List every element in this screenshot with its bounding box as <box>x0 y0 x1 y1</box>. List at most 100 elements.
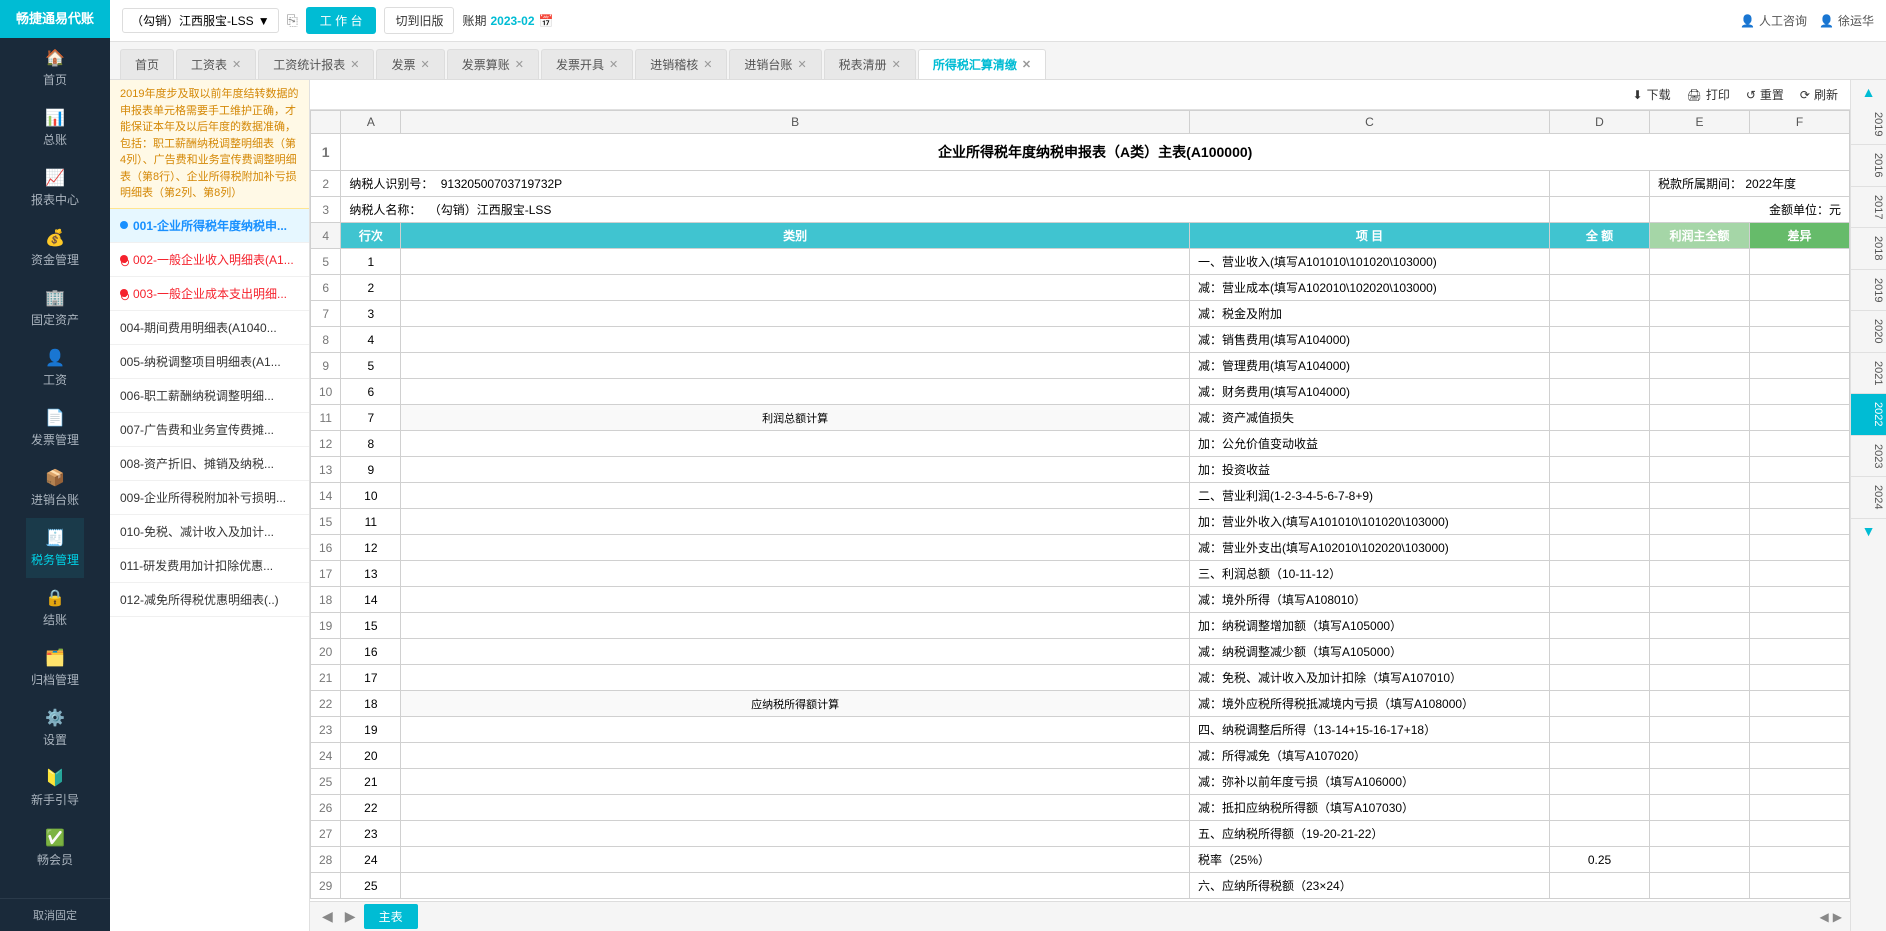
year-item-2022[interactable]: 2022 <box>1851 394 1886 435</box>
reset-button[interactable]: ↺ 重置 <box>1746 86 1784 103</box>
amount-cell[interactable] <box>1550 275 1650 301</box>
seq-cell[interactable]: 5 <box>341 353 401 379</box>
profit-amount-cell[interactable] <box>1650 873 1750 899</box>
seq-cell[interactable]: 3 <box>341 301 401 327</box>
seq-cell[interactable]: 15 <box>341 613 401 639</box>
tab-发票[interactable]: 发票✕ <box>376 49 444 79</box>
form-list-item-005[interactable]: 005-纳税调整项目明细表(A1... <box>110 345 309 379</box>
sidebar-item-archive[interactable]: 🗂️归档管理 <box>26 638 84 698</box>
sheet-tab-主表[interactable]: 主表 <box>364 904 418 929</box>
sheet-nav-left[interactable]: ◀ <box>318 908 337 925</box>
year-nav-up[interactable]: ▲ <box>1851 80 1886 104</box>
tab-close-工资表[interactable]: ✕ <box>232 58 241 71</box>
ai-consult-btn[interactable]: 👤 人工咨询 <box>1740 12 1807 29</box>
profit-amount-cell[interactable] <box>1650 795 1750 821</box>
seq-cell[interactable]: 17 <box>341 665 401 691</box>
tab-所得税汇算清缴[interactable]: 所得税汇算清缴✕ <box>918 49 1046 79</box>
copy-icon[interactable]: ⎘ <box>287 12 298 29</box>
tab-close-进销稽核[interactable]: ✕ <box>703 58 712 71</box>
amount-cell[interactable] <box>1550 249 1650 275</box>
item-cell[interactable]: 减：营业外支出(填写A102010\102020\103000) <box>1190 535 1550 561</box>
diff-cell[interactable] <box>1750 327 1850 353</box>
diff-cell[interactable] <box>1750 535 1850 561</box>
year-item-2017[interactable]: 2017 <box>1851 187 1886 228</box>
item-cell[interactable]: 四、纳税调整后所得（13-14+15-16-17+18） <box>1190 717 1550 743</box>
amount-cell[interactable] <box>1550 587 1650 613</box>
profit-amount-cell[interactable] <box>1650 249 1750 275</box>
diff-cell[interactable] <box>1750 379 1850 405</box>
diff-cell[interactable] <box>1750 769 1850 795</box>
amount-cell[interactable] <box>1550 379 1650 405</box>
diff-cell[interactable] <box>1750 457 1850 483</box>
amount-cell[interactable] <box>1550 665 1650 691</box>
profit-amount-cell[interactable] <box>1650 431 1750 457</box>
amount-cell[interactable] <box>1550 795 1650 821</box>
item-cell[interactable]: 减：管理费用(填写A104000) <box>1190 353 1550 379</box>
amount-cell[interactable] <box>1550 639 1650 665</box>
seq-cell[interactable]: 21 <box>341 769 401 795</box>
diff-cell[interactable] <box>1750 639 1850 665</box>
amount-cell[interactable] <box>1550 717 1650 743</box>
item-cell[interactable]: 减：免税、减计收入及加计扣除（填写A107010） <box>1190 665 1550 691</box>
tab-进销稽核[interactable]: 进销稽核✕ <box>635 49 727 79</box>
seq-cell[interactable]: 22 <box>341 795 401 821</box>
profit-amount-cell[interactable] <box>1650 535 1750 561</box>
seq-cell[interactable]: 1 <box>341 249 401 275</box>
amount-cell[interactable] <box>1550 353 1650 379</box>
sidebar-item-purchase[interactable]: 📦进销台账 <box>26 458 84 518</box>
item-cell[interactable]: 税率（25%） <box>1190 847 1550 873</box>
sidebar-item-invoice[interactable]: 📄发票管理 <box>26 398 84 458</box>
switch-old-button[interactable]: 切到旧版 <box>384 7 454 34</box>
amount-cell[interactable] <box>1550 743 1650 769</box>
workbench-button[interactable]: 工 作 台 <box>306 7 377 34</box>
seq-cell[interactable]: 9 <box>341 457 401 483</box>
item-cell[interactable]: 三、利润总额（10-11-12） <box>1190 561 1550 587</box>
tab-发票开具[interactable]: 发票开具✕ <box>541 49 633 79</box>
diff-cell[interactable] <box>1750 301 1850 327</box>
sidebar-item-asset[interactable]: 🏢固定资产 <box>26 278 84 338</box>
item-cell[interactable]: 减：财务费用(填写A104000) <box>1190 379 1550 405</box>
item-cell[interactable]: 加：营业外收入(填写A101010\101020\103000) <box>1190 509 1550 535</box>
tab-close-发票开具[interactable]: ✕ <box>609 58 618 71</box>
form-list-item-009[interactable]: 009-企业所得税附加补亏损明... <box>110 481 309 515</box>
amount-cell[interactable] <box>1550 535 1650 561</box>
item-cell[interactable]: 减：境外所得（填写A108010） <box>1190 587 1550 613</box>
seq-cell[interactable]: 23 <box>341 821 401 847</box>
tab-close-发票[interactable]: ✕ <box>421 58 430 71</box>
amount-cell[interactable] <box>1550 821 1650 847</box>
diff-cell[interactable] <box>1750 587 1850 613</box>
diff-cell[interactable] <box>1750 847 1850 873</box>
diff-cell[interactable] <box>1750 249 1850 275</box>
profit-amount-cell[interactable] <box>1650 587 1750 613</box>
tab-close-工资统计报表[interactable]: ✕ <box>350 58 359 71</box>
profit-amount-cell[interactable] <box>1650 639 1750 665</box>
tab-工资统计报表[interactable]: 工资统计报表✕ <box>258 49 374 79</box>
item-cell[interactable]: 减：资产减值损失 <box>1190 405 1550 431</box>
profit-amount-cell[interactable] <box>1650 743 1750 769</box>
seq-cell[interactable]: 25 <box>341 873 401 899</box>
sidebar-item-tax[interactable]: 🧾税务管理 <box>26 518 84 578</box>
seq-cell[interactable]: 6 <box>341 379 401 405</box>
seq-cell[interactable]: 13 <box>341 561 401 587</box>
amount-cell[interactable]: 0.25 <box>1550 847 1650 873</box>
sidebar-item-home[interactable]: 🏠首页 <box>26 38 84 98</box>
sidebar-item-closing[interactable]: 🔒结账 <box>26 578 84 638</box>
form-list-item-004[interactable]: 004-期间费用明细表(A1040... <box>110 311 309 345</box>
tab-close-进销台账[interactable]: ✕ <box>797 58 806 71</box>
item-cell[interactable]: 减：税金及附加 <box>1190 301 1550 327</box>
tab-首页[interactable]: 首页 <box>120 49 174 79</box>
calendar-icon[interactable]: 📅 <box>539 14 554 28</box>
amount-cell[interactable] <box>1550 613 1650 639</box>
item-cell[interactable]: 加：投资收益 <box>1190 457 1550 483</box>
year-item-2021[interactable]: 2021 <box>1851 353 1886 394</box>
sidebar-item-salary[interactable]: 👤工资 <box>26 338 84 398</box>
form-list-item-007[interactable]: 007-广告费和业务宣传费摊... <box>110 413 309 447</box>
form-list-item-012[interactable]: 012-减免所得税优惠明细表(..) <box>110 583 309 617</box>
profit-amount-cell[interactable] <box>1650 613 1750 639</box>
diff-cell[interactable] <box>1750 483 1850 509</box>
item-cell[interactable]: 减：抵扣应纳税所得额（填写A107030） <box>1190 795 1550 821</box>
form-list-item-008[interactable]: 008-资产折旧、摊销及纳税... <box>110 447 309 481</box>
year-item-2024[interactable]: 2024 <box>1851 477 1886 518</box>
scroll-left-icon[interactable]: ◀ <box>1820 910 1829 924</box>
diff-cell[interactable] <box>1750 665 1850 691</box>
